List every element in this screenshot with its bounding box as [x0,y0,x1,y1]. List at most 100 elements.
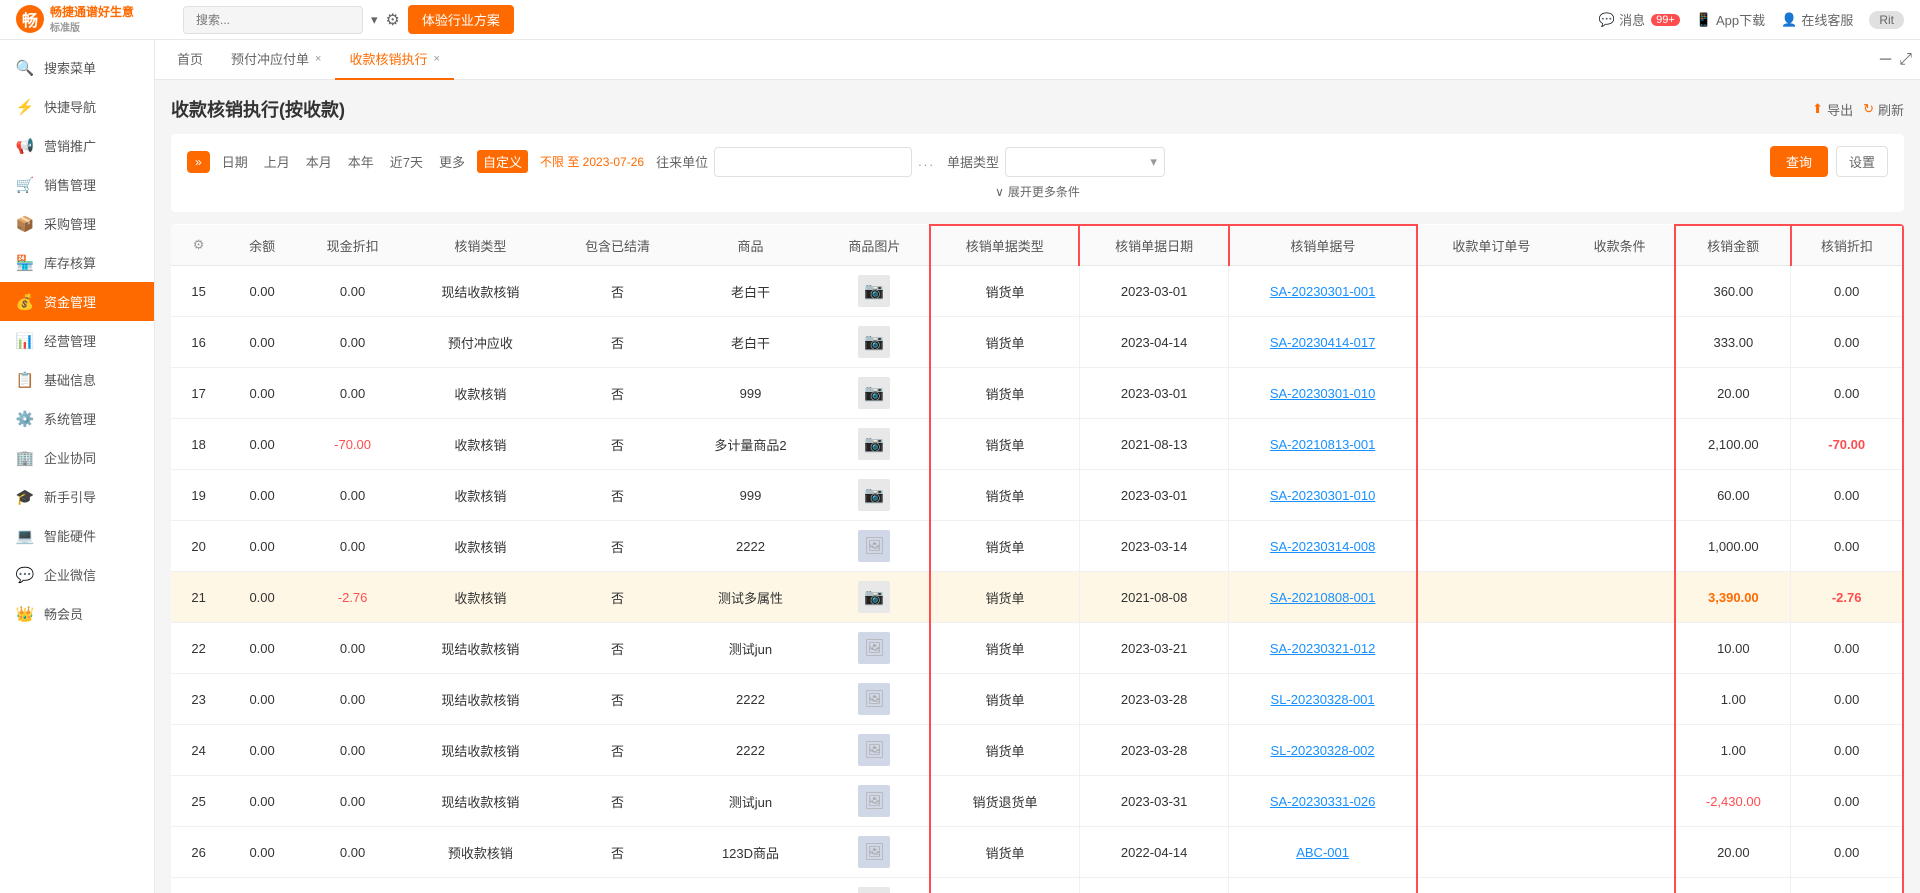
top-search-input[interactable] [183,6,363,34]
tab-receipts[interactable]: 收款核销执行 × [335,40,453,80]
sidebar-label-purchase: 采购管理 [44,214,96,233]
date-btn-custom[interactable]: 自定义 [477,150,528,173]
td-doc-no[interactable]: SL-20230408-001 [1229,878,1417,893]
page-title: 收款核销执行(按收款) [171,96,345,122]
td-product: 多计量商品2 [681,419,819,470]
td-doc-no[interactable]: SA-20230314-008 [1229,521,1417,572]
td-verify-amount: 1.00 [1675,725,1790,776]
td-doc-no[interactable]: SA-20230301-010 [1229,470,1417,521]
sidebar-item-quicknav[interactable]: ⚡ 快捷导航 [0,87,154,126]
td-receipt-order-no [1417,725,1565,776]
td-doc-no[interactable]: SA-20230321-012 [1229,623,1417,674]
sidebar-item-finance[interactable]: 💰 资金管理 [0,282,154,321]
page-content: 收款核销执行(按收款) ⬆ 导出 ↻ 刷新 » 日期 [155,80,1920,893]
td-product: 老白干 [681,317,819,368]
sidebar-item-basicinfo[interactable]: 📋 基础信息 [0,360,154,399]
tab-prepay-close[interactable]: × [315,53,321,65]
td-doc-no[interactable]: SA-20230301-001 [1229,266,1417,317]
sidebar-item-inventory[interactable]: 🏪 库存核算 [0,243,154,282]
filter-expand-btn[interactable]: » [187,151,210,173]
td-verify-discount: 0.00 [1791,827,1903,878]
sidebar-item-member[interactable]: 👑 畅会员 [0,594,154,633]
td-id: 15 [171,266,226,317]
td-doc-date: 2023-03-28 [1079,674,1228,725]
date-btn-more[interactable]: 更多 [435,150,469,173]
sidebar-label-wechat: 企业微信 [44,565,96,584]
date-btn-lastmonth[interactable]: 上月 [260,150,294,173]
td-id: 17 [171,368,226,419]
td-doc-type: 销货单 [930,623,1079,674]
online-service-btn[interactable]: 👤 在线客服 [1781,10,1853,29]
td-product-image: 🖼 [820,623,931,674]
export-btn[interactable]: ⬆ 导出 [1812,100,1853,119]
td-product-image: 📷 [820,878,931,893]
td-doc-no[interactable]: ABC-001 [1229,827,1417,878]
td-doc-no[interactable]: SA-20210808-001 [1229,572,1417,623]
tab-receipts-close[interactable]: × [433,53,439,65]
td-verify-discount: 0.00 [1791,725,1903,776]
td-receipt-condition [1565,317,1676,368]
td-cash-discount: -70.00 [298,419,407,470]
smarthw-icon: 💻 [16,527,34,545]
sidebar-item-system[interactable]: ⚙️ 系统管理 [0,399,154,438]
date-btn-thisyear[interactable]: 本年 [344,150,378,173]
td-balance: 0.00 [226,776,298,827]
th-gear[interactable]: ⚙ [171,225,226,266]
expand-more-btn[interactable]: ∨ 展开更多条件 [187,177,1888,200]
sidebar-item-purchase[interactable]: 📦 采购管理 [0,204,154,243]
industry-btn[interactable]: 体验行业方案 [408,5,514,34]
sidebar-item-sales[interactable]: 🛒 销售管理 [0,165,154,204]
td-doc-date: 2021-08-08 [1079,572,1228,623]
from-unit-dots[interactable]: ... [918,154,935,169]
td-verify-amount: 10.00 [1675,623,1790,674]
date-btn-7days[interactable]: 近7天 [386,150,427,173]
sidebar-item-search[interactable]: 🔍 搜索菜单 [0,48,154,87]
sidebar-item-beginner[interactable]: 🎓 新手引导 [0,477,154,516]
th-doc-type: 核销单据类型 [930,225,1079,266]
td-receipt-condition [1565,827,1676,878]
tab-prepay[interactable]: 预付冲应付单 × [217,40,335,80]
sidebar-item-enterprise[interactable]: 🏢 企业协同 [0,438,154,477]
td-id: 16 [171,317,226,368]
filter-settings-btn[interactable]: 设置 [1836,146,1888,177]
td-doc-no[interactable]: SA-20230414-017 [1229,317,1417,368]
td-verify-amount: 2,100.00 [1675,419,1790,470]
messages-btn[interactable]: 💬 消息 99+ [1599,10,1680,29]
app-download-btn[interactable]: 📱 App下载 [1696,10,1765,29]
sidebar-item-operations[interactable]: 📊 经营管理 [0,321,154,360]
td-doc-no[interactable]: SA-20210813-001 [1229,419,1417,470]
main-layout: 🔍 搜索菜单 ⚡ 快捷导航 📢 营销推广 🛒 销售管理 📦 采购管理 🏪 库存核… [0,40,1920,893]
from-unit-input[interactable] [714,147,912,177]
settings-icon[interactable]: ⚙ [386,10,400,30]
td-balance: 0.00 [226,521,298,572]
td-doc-no[interactable]: SA-20230301-010 [1229,368,1417,419]
td-receipt-order-no [1417,266,1565,317]
th-include-settled: 包含已结清 [554,225,682,266]
messages-label: 消息 [1619,10,1645,29]
query-btn[interactable]: 查询 [1770,146,1828,177]
page-actions: ⬆ 导出 ↻ 刷新 [1812,100,1904,119]
td-receipt-order-no [1417,419,1565,470]
td-doc-no[interactable]: SA-20230331-026 [1229,776,1417,827]
td-verify-discount: 0.00 [1791,878,1903,893]
refresh-btn[interactable]: ↻ 刷新 [1863,100,1904,119]
td-doc-no[interactable]: SL-20230328-002 [1229,725,1417,776]
tab-expand-btn[interactable]: ⤢ [1899,51,1912,69]
sidebar-item-wechat[interactable]: 💬 企业微信 [0,555,154,594]
user-avatar[interactable]: Rit [1869,11,1904,29]
receipt-type-select[interactable] [1005,147,1165,177]
td-verify-amount: 20.00 [1675,827,1790,878]
date-btn-thismonth[interactable]: 本月 [302,150,336,173]
td-product-image: 🖼 [820,725,931,776]
tab-minimize-btn[interactable]: ─ [1880,51,1891,69]
td-doc-no[interactable]: SL-20230328-001 [1229,674,1417,725]
dropdown-icon[interactable]: ▾ [371,12,378,28]
td-balance: 0.00 [226,266,298,317]
td-include-settled: 否 [554,266,682,317]
td-doc-type: 销货单 [930,419,1079,470]
sidebar-item-smarthw[interactable]: 💻 智能硬件 [0,516,154,555]
table-row: 18 0.00 -70.00 收款核销 否 多计量商品2 📷 销货单 2021-… [171,419,1903,470]
sidebar-label-inventory: 库存核算 [44,253,96,272]
sidebar-item-marketing[interactable]: 📢 营销推广 [0,126,154,165]
tab-home[interactable]: 首页 [163,40,217,80]
